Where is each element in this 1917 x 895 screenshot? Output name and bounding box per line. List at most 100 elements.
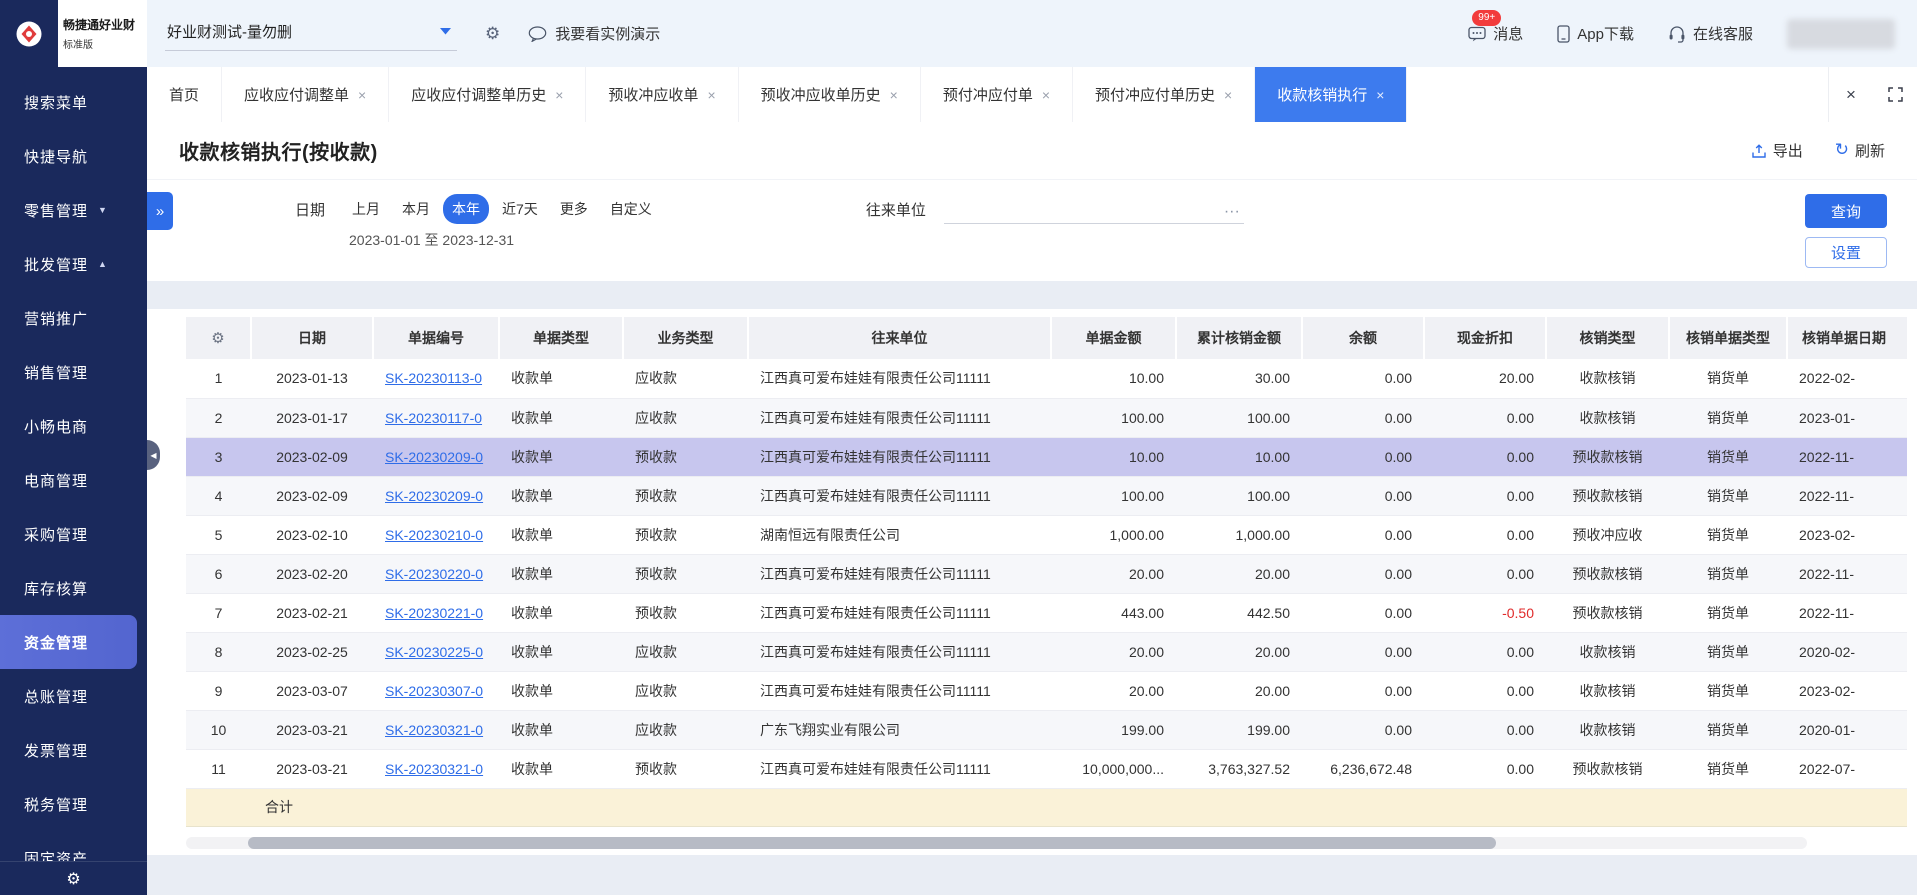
cell-cash-discount: 0.00 <box>1424 749 1546 789</box>
column-settings-cell[interactable]: ⚙ <box>186 317 252 359</box>
sidebar-item-label: 小畅电商 <box>24 418 89 436</box>
refresh-button[interactable]: ↻ 刷新 <box>1835 140 1885 161</box>
table-row[interactable]: 8 2023-02-25 SK-20230225-0 收款单 应收款 江西真可爱… <box>186 632 1907 672</box>
column-header: 核销单据日期 <box>1787 317 1907 359</box>
row-number: 6 <box>186 554 251 594</box>
table-row[interactable]: 4 2023-02-09 SK-20230209-0 收款单 预收款 江西真可爱… <box>186 476 1907 516</box>
date-option-pill[interactable]: 本年 <box>443 194 490 224</box>
sidebar-item-label: 批发管理 <box>24 256 89 274</box>
close-all-tabs-button[interactable]: × <box>1829 67 1873 122</box>
date-option-pill[interactable]: 自定义 <box>601 194 661 224</box>
horizontal-scrollbar[interactable] <box>186 836 1807 849</box>
tab-label: 预收冲应收单历史 <box>760 87 881 104</box>
doc-number-link[interactable]: SK-20230210-0 <box>385 527 483 543</box>
tab-close-icon[interactable]: × <box>1376 87 1384 103</box>
sidebar-menu: 搜索菜单 ▼ ▲ 快捷导航 ▼ ▲ 零售管理 ▼ ▲ 批发管理 <box>0 67 147 861</box>
sidebar-item[interactable]: 小畅电商 ▼ ▲ <box>0 399 147 453</box>
cell-balance: 0.00 <box>1302 710 1424 750</box>
doc-number-link[interactable]: SK-20230221-0 <box>385 605 483 621</box>
table-row[interactable]: 9 2023-03-07 SK-20230307-0 收款单 应收款 江西真可爱… <box>186 671 1907 711</box>
partner-input[interactable]: ··· <box>943 194 1244 224</box>
filter-bar: » 日期 上月 本月 本年 近7天 更多 自定义 2023-01-01 至 20… <box>147 179 1917 281</box>
tab[interactable]: 应收应付调整单历史 × <box>389 67 587 122</box>
filter-expand-button[interactable]: » <box>147 192 173 230</box>
export-button[interactable]: 导出 <box>1751 140 1803 161</box>
sidebar-item[interactable]: 搜索菜单 ▼ ▲ <box>0 75 147 129</box>
doc-number-link[interactable]: SK-20230307-0 <box>385 683 483 699</box>
org-selector[interactable]: 好业财测试-量勿删 <box>165 17 457 51</box>
doc-number-link[interactable]: SK-20230321-0 <box>385 722 483 738</box>
date-option-pill[interactable]: 近7天 <box>493 194 547 224</box>
doc-number-link[interactable]: SK-20230220-0 <box>385 566 483 582</box>
doc-number-link[interactable]: SK-20230209-0 <box>385 488 483 504</box>
date-option-pill[interactable]: 更多 <box>551 194 597 224</box>
sidebar-item[interactable]: 采购管理 ▼ ▲ <box>0 507 147 561</box>
sidebar-item[interactable]: 固定资产 ▼ ▲ <box>0 831 147 862</box>
tab[interactable]: 预付冲应付单历史 × <box>1073 67 1256 122</box>
tab-close-icon[interactable]: × <box>555 87 563 103</box>
partner-more-icon[interactable]: ··· <box>1224 204 1244 223</box>
tab-close-icon[interactable]: × <box>890 87 898 103</box>
cell-doc-type: 收款单 <box>499 710 623 750</box>
query-button[interactable]: 查询 <box>1805 194 1887 228</box>
cell-settle-type: 收款核销 <box>1546 671 1669 711</box>
messages-button[interactable]: 99+ 消息 <box>1468 10 1523 44</box>
cell-partner: 广东飞翔实业有限公司 <box>748 710 1051 750</box>
doc-number-link[interactable]: SK-20230321-0 <box>385 761 483 777</box>
tab-close-icon[interactable]: × <box>1042 87 1050 103</box>
app-download-button[interactable]: App下载 <box>1557 23 1634 44</box>
table-row[interactable]: 10 2023-03-21 SK-20230321-0 收款单 应收款 广东飞翔… <box>186 710 1907 750</box>
sidebar-item[interactable]: 发票管理 ▼ ▲ <box>0 723 147 777</box>
cell-date: 2023-02-09 <box>251 476 373 516</box>
demo-link[interactable]: 我要看实例演示 <box>528 23 660 44</box>
sidebar-item[interactable]: 税务管理 ▼ ▲ <box>0 777 147 831</box>
sidebar-item[interactable]: 销售管理 ▼ ▲ <box>0 345 147 399</box>
horizontal-scrollbar-thumb[interactable] <box>248 836 1496 849</box>
tab-close-icon[interactable]: × <box>1224 87 1232 103</box>
doc-number-link[interactable]: SK-20230225-0 <box>385 644 483 660</box>
sidebar-item[interactable]: 批发管理 ▼ ▲ <box>0 237 147 291</box>
table-row[interactable]: 11 2023-03-21 SK-20230321-0 收款单 预收款 江西真可… <box>186 749 1907 789</box>
tab-close-icon[interactable]: × <box>358 87 366 103</box>
table-row[interactable]: 3 2023-02-09 SK-20230209-0 收款单 预收款 江西真可爱… <box>186 437 1907 477</box>
tab[interactable]: 首页 × <box>147 67 223 122</box>
sidebar-item[interactable]: 总账管理 ▼ ▲ <box>0 669 147 723</box>
sidebar-item[interactable]: 零售管理 ▼ ▲ <box>0 183 147 237</box>
cell-settled-amount: 199.00 <box>1176 710 1302 750</box>
cell-cash-discount: 0.00 <box>1424 515 1546 555</box>
date-option-pill[interactable]: 上月 <box>343 194 389 224</box>
tab[interactable]: 收款核销执行 × <box>1255 67 1408 122</box>
fullscreen-icon[interactable] <box>1873 67 1917 122</box>
sidebar-item[interactable]: 资金管理 ▼ ▲ <box>0 615 137 669</box>
table-row[interactable]: 7 2023-02-21 SK-20230221-0 收款单 预收款 江西真可爱… <box>186 593 1907 633</box>
tab[interactable]: 预收冲应收单 × <box>586 67 739 122</box>
cell-cash-discount: 0.00 <box>1424 476 1546 516</box>
doc-number-link[interactable]: SK-20230113-0 <box>385 370 482 386</box>
row-number: 5 <box>186 515 251 555</box>
cell-biz-type: 预收款 <box>623 749 748 789</box>
row-number: 7 <box>186 593 251 633</box>
tab[interactable]: 预收冲应收单历史 × <box>739 67 921 122</box>
topbar-gear-icon[interactable]: ⚙ <box>485 24 500 44</box>
table-row[interactable]: 5 2023-02-10 SK-20230210-0 收款单 预收款 湖南恒远有… <box>186 515 1907 555</box>
doc-number-link[interactable]: SK-20230117-0 <box>385 410 482 426</box>
doc-number-link[interactable]: SK-20230209-0 <box>385 449 483 465</box>
user-account-redacted[interactable] <box>1787 18 1895 49</box>
tab[interactable]: 应收应付调整单 × <box>222 67 390 122</box>
tab-label: 预付冲应付单 <box>942 87 1033 104</box>
table-row[interactable]: 6 2023-02-20 SK-20230220-0 收款单 预收款 江西真可爱… <box>186 554 1907 594</box>
settings-button[interactable]: 设置 <box>1805 237 1887 268</box>
online-service-button[interactable]: 在线客服 <box>1668 23 1753 44</box>
row-number: 11 <box>186 749 251 789</box>
table-row[interactable]: 2 2023-01-17 SK-20230117-0 收款单 应收款 江西真可爱… <box>186 398 1907 438</box>
sidebar-settings-gear-icon[interactable]: ⚙ <box>66 869 80 888</box>
tab-close-icon[interactable]: × <box>707 87 715 103</box>
sidebar-item[interactable]: 营销推广 ▼ ▲ <box>0 291 147 345</box>
date-option-pill[interactable]: 本月 <box>393 194 439 224</box>
sidebar-item[interactable]: 库存核算 ▼ ▲ <box>0 561 147 615</box>
tab[interactable]: 预付冲应付单 × <box>921 67 1074 122</box>
sidebar-item[interactable]: 电商管理 ▼ ▲ <box>0 453 147 507</box>
sidebar-item[interactable]: 快捷导航 ▼ ▲ <box>0 129 147 183</box>
column-settings-gear-icon[interactable]: ⚙ <box>211 329 224 347</box>
table-row[interactable]: 1 2023-01-13 SK-20230113-0 收款单 应收款 江西真可爱… <box>186 359 1907 399</box>
